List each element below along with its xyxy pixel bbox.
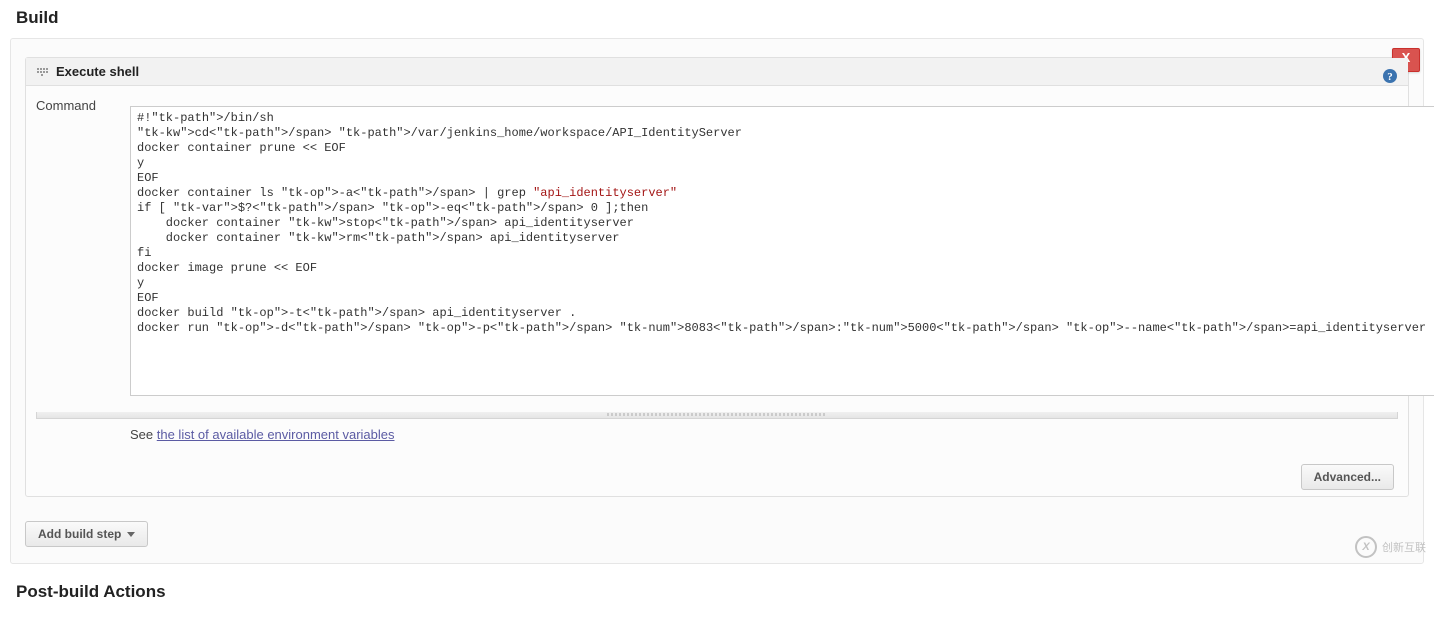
env-vars-help-row: See the list of available environment va… [26,419,1408,446]
build-section: X Execute shell ? Command #!"tk-path">/b… [10,38,1424,564]
svg-text:?: ? [1387,71,1393,83]
advanced-button[interactable]: Advanced... [1301,464,1394,490]
command-label: Command [36,94,116,113]
env-vars-help-prefix: See [130,427,157,442]
chevron-down-icon [127,532,135,537]
add-build-step-label: Add build step [38,527,121,541]
postbuild-section-heading: Post-build Actions [16,582,1424,602]
build-step-execute-shell: X Execute shell ? Command #!"tk-path">/b… [25,57,1409,497]
bottom-resize-handle[interactable] [36,412,1398,419]
env-vars-help-link[interactable]: the list of available environment variab… [157,427,395,442]
help-icon[interactable]: ? [1382,68,1398,84]
build-step-title: Execute shell [56,64,139,79]
advanced-button-label: Advanced... [1314,470,1381,484]
add-build-step-button[interactable]: Add build step [25,521,148,547]
build-step-header: Execute shell ? [26,58,1408,86]
drag-handle-icon[interactable] [36,66,48,78]
command-textarea[interactable]: #!"tk-path">/bin/sh "tk-kw">cd<"tk-path"… [130,106,1434,396]
build-section-heading: Build [16,8,1424,28]
